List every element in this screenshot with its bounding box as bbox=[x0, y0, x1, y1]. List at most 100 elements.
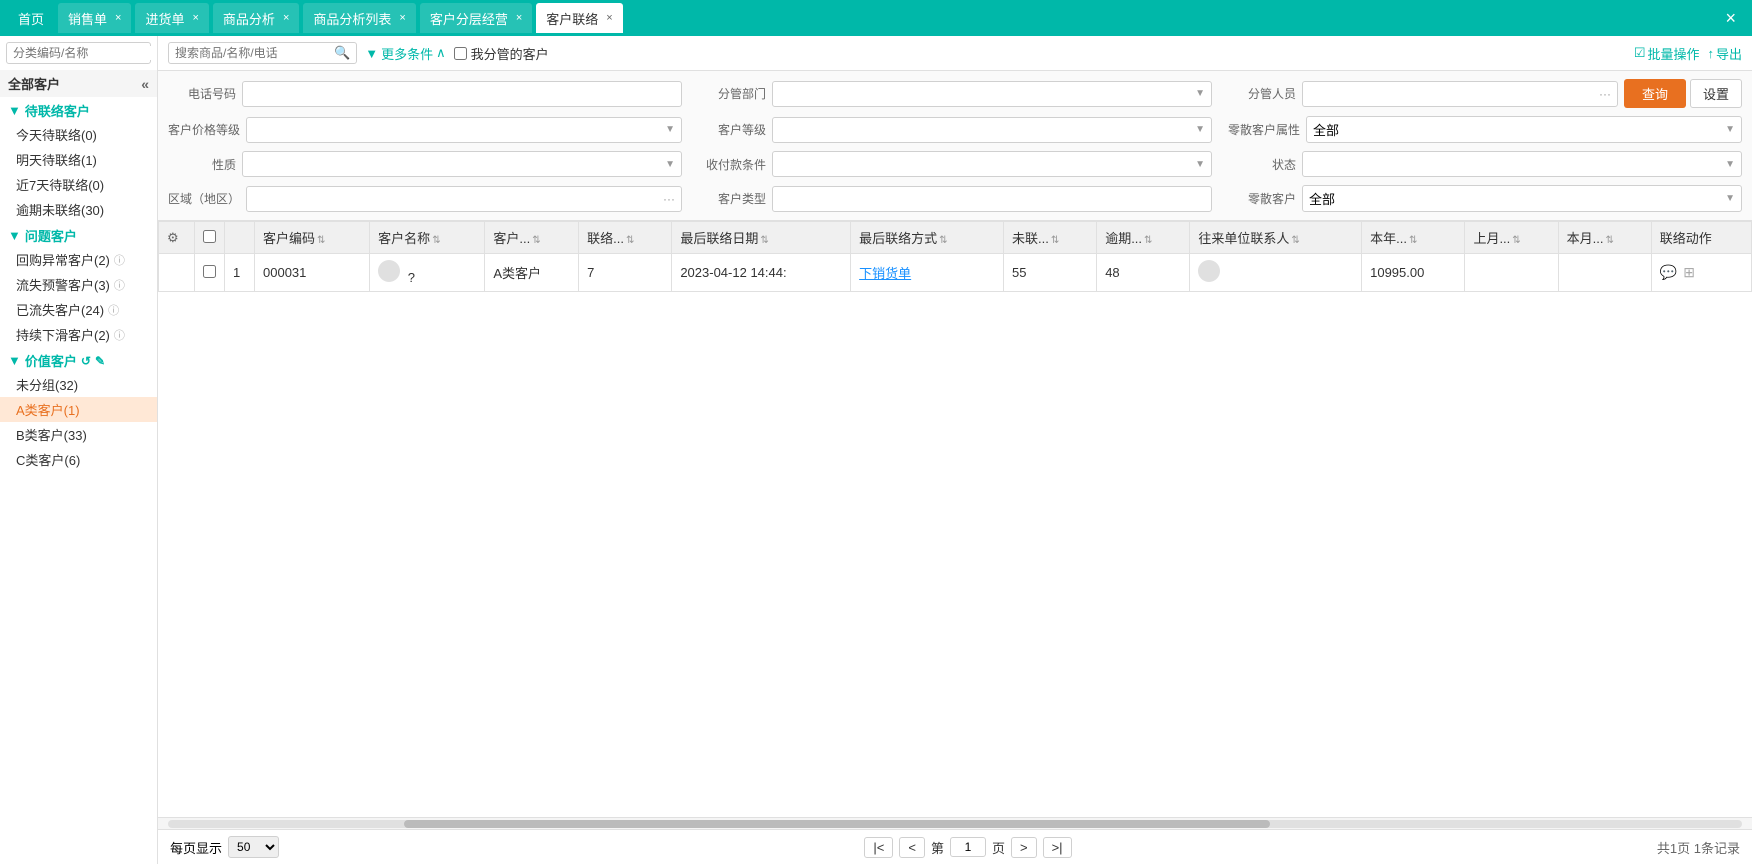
filter-row-payment: 收付款条件 ▼ bbox=[698, 151, 1212, 177]
th-overdue[interactable]: 逾期...⇅ bbox=[1097, 222, 1190, 254]
scrollbar-thumb[interactable] bbox=[404, 820, 1270, 828]
dots-region-icon: ··· bbox=[663, 192, 675, 206]
th-last-date[interactable]: 最后联络日期⇅ bbox=[672, 222, 851, 254]
prev-page-button[interactable]: < bbox=[899, 837, 925, 858]
all-customers-header[interactable]: 全部客户 « bbox=[0, 70, 157, 97]
sidebar-item-abnormal[interactable]: 回购异常客户(2) ⓘ bbox=[0, 247, 157, 272]
th-uncontacted[interactable]: 未联...⇅ bbox=[1004, 222, 1097, 254]
sidebar-search-input[interactable] bbox=[13, 46, 158, 60]
close-tab-analysis-list-icon[interactable]: × bbox=[399, 12, 405, 24]
filter-select-price-grade[interactable]: ▼ bbox=[246, 117, 682, 143]
sidebar-item-churned[interactable]: 已流失客户(24) ⓘ bbox=[0, 297, 157, 322]
sidebar: 🔍 全部客户 « ▼ 待联络客户 今天待联络(0) 明天待联络(1) 近7天待联… bbox=[0, 36, 158, 864]
next-page-button[interactable]: > bbox=[1011, 837, 1037, 858]
last-method-link[interactable]: 下销货单 bbox=[859, 266, 911, 281]
th-company-contact[interactable]: 往来单位联系人⇅ bbox=[1190, 222, 1362, 254]
filter-row-region: 区域（地区） ··· bbox=[168, 185, 682, 212]
th-code[interactable]: 客户编码⇅ bbox=[255, 222, 370, 254]
td-checkbox[interactable] bbox=[195, 254, 225, 292]
filter-select-status[interactable]: ▼ bbox=[1302, 151, 1742, 177]
th-contact-count[interactable]: 联络...⇅ bbox=[579, 222, 672, 254]
my-customers-checkbox[interactable]: 我分管的客户 bbox=[454, 44, 549, 63]
sidebar-item-today-pending[interactable]: 今天待联络(0) bbox=[0, 122, 157, 147]
filter-row-retail-attr: 零散客户属性 全部 ▼ bbox=[1228, 116, 1742, 143]
chevron-down-icon-2: ▼ bbox=[8, 228, 21, 243]
nav-tab-customer-tier[interactable]: 客户分层经营 × bbox=[420, 3, 532, 33]
filter-select-retail-cust[interactable]: 全部 ▼ bbox=[1302, 185, 1742, 212]
sidebar-item-c-class[interactable]: C类客户(6) bbox=[0, 447, 157, 472]
sidebar-item-b-class[interactable]: B类客户(33) bbox=[0, 422, 157, 447]
td-last-method[interactable]: 下销货单 bbox=[851, 254, 1004, 292]
sidebar-item-ungrouped[interactable]: 未分组(32) bbox=[0, 372, 157, 397]
qr-icon[interactable]: ⊞ bbox=[1683, 264, 1695, 281]
sidebar-group-value[interactable]: ▼ 价值客户 ↺ ✎ bbox=[0, 347, 157, 372]
th-this-month[interactable]: 本月...⇅ bbox=[1558, 222, 1651, 254]
sidebar-collapse-icon[interactable]: « bbox=[141, 76, 149, 92]
sidebar-item-tomorrow-pending[interactable]: 明天待联络(1) bbox=[0, 147, 157, 172]
th-last-month[interactable]: 上月...⇅ bbox=[1465, 222, 1558, 254]
settings-button[interactable]: 设置 bbox=[1690, 79, 1742, 108]
export-button[interactable]: ↑ 导出 bbox=[1707, 44, 1742, 63]
sidebar-item-a-class[interactable]: A类客户(1) bbox=[0, 397, 157, 422]
filter-select-retail-attr[interactable]: 全部 ▼ bbox=[1306, 116, 1742, 143]
row-checkbox[interactable] bbox=[203, 265, 216, 278]
sidebar-group-pending[interactable]: ▼ 待联络客户 bbox=[0, 97, 157, 122]
nav-tab-sales[interactable]: 销售单 × bbox=[58, 3, 131, 33]
sidebar-item-overdue-pending[interactable]: 逾期未联络(30) bbox=[0, 197, 157, 222]
close-tab-customer-tier-icon[interactable]: × bbox=[516, 12, 522, 24]
filter-select-manager[interactable]: ··· bbox=[1302, 81, 1618, 107]
close-tab-sales-icon[interactable]: × bbox=[115, 12, 121, 24]
main-search-input[interactable] bbox=[175, 46, 330, 60]
value-group-edit-icon[interactable]: ✎ bbox=[95, 354, 105, 368]
main-search-icon[interactable]: 🔍 bbox=[334, 45, 350, 61]
app-close-button[interactable]: × bbox=[1717, 8, 1744, 29]
sidebar-item-7day-pending[interactable]: 近7天待联络(0) bbox=[0, 172, 157, 197]
main-search-box[interactable]: 🔍 bbox=[168, 42, 357, 64]
page-label: 第 bbox=[931, 838, 944, 857]
nav-tab-analysis[interactable]: 商品分析 × bbox=[213, 3, 299, 33]
th-grade[interactable]: 客户...⇅ bbox=[485, 222, 579, 254]
th-this-year[interactable]: 本年...⇅ bbox=[1362, 222, 1465, 254]
value-group-refresh-icon[interactable]: ↺ bbox=[81, 354, 91, 368]
select-all-checkbox[interactable] bbox=[203, 230, 216, 243]
chevron-down-nature-icon: ▼ bbox=[665, 159, 675, 170]
sidebar-group-problem[interactable]: ▼ 问题客户 bbox=[0, 222, 157, 247]
nav-tab-customer-contact[interactable]: 客户联络 × bbox=[536, 3, 622, 33]
td-this-month bbox=[1558, 254, 1651, 292]
th-name[interactable]: 客户名称⇅ bbox=[370, 222, 485, 254]
nav-tab-purchase[interactable]: 进货单 × bbox=[135, 3, 208, 33]
chat-icon[interactable]: 💬 bbox=[1660, 264, 1677, 281]
query-button[interactable]: 查询 bbox=[1624, 79, 1686, 108]
first-page-button[interactable]: |< bbox=[864, 837, 893, 858]
filter-input-cust-type[interactable] bbox=[772, 186, 1212, 212]
last-page-button[interactable]: >| bbox=[1043, 837, 1072, 858]
sidebar-item-churn-warning[interactable]: 流失预警客户(3) ⓘ bbox=[0, 272, 157, 297]
sidebar-item-declining[interactable]: 持续下滑客户(2) ⓘ bbox=[0, 322, 157, 347]
th-last-method[interactable]: 最后联络方式⇅ bbox=[851, 222, 1004, 254]
th-index bbox=[225, 222, 255, 254]
close-tab-analysis-icon[interactable]: × bbox=[283, 12, 289, 24]
close-tab-customer-contact-icon[interactable]: × bbox=[606, 12, 612, 24]
filter-select-cust-grade[interactable]: ▼ bbox=[772, 117, 1212, 143]
filter-select-dept[interactable]: ▼ bbox=[772, 81, 1212, 107]
nav-home[interactable]: 首页 bbox=[8, 9, 54, 28]
filter-input-phone[interactable] bbox=[242, 81, 682, 107]
batch-operation-button[interactable]: ☑ 批量操作 bbox=[1634, 44, 1700, 63]
nav-tab-analysis-list[interactable]: 商品分析列表 × bbox=[303, 3, 415, 33]
th-action: 联络动作 bbox=[1651, 222, 1751, 254]
export-icon: ↑ bbox=[1707, 46, 1714, 61]
sidebar-search-box[interactable]: 🔍 bbox=[6, 42, 151, 64]
td-code[interactable]: 000031 bbox=[255, 254, 370, 292]
th-checkbox bbox=[195, 222, 225, 254]
close-tab-purchase-icon[interactable]: × bbox=[192, 12, 198, 24]
filter-select-region[interactable]: ··· bbox=[246, 186, 682, 212]
page-number-input[interactable] bbox=[950, 837, 986, 857]
page-size-select[interactable]: 50 100 200 bbox=[228, 836, 279, 858]
my-customers-check[interactable] bbox=[454, 47, 467, 60]
table-settings-icon[interactable]: ⚙ bbox=[167, 230, 179, 245]
filter-select-payment[interactable]: ▼ bbox=[772, 151, 1212, 177]
filter-select-nature[interactable]: ▼ bbox=[242, 151, 682, 177]
horizontal-scrollbar[interactable] bbox=[158, 817, 1752, 829]
filter-label-payment: 收付款条件 bbox=[698, 156, 766, 173]
more-filter-button[interactable]: ▼ 更多条件 ∧ bbox=[365, 44, 445, 63]
